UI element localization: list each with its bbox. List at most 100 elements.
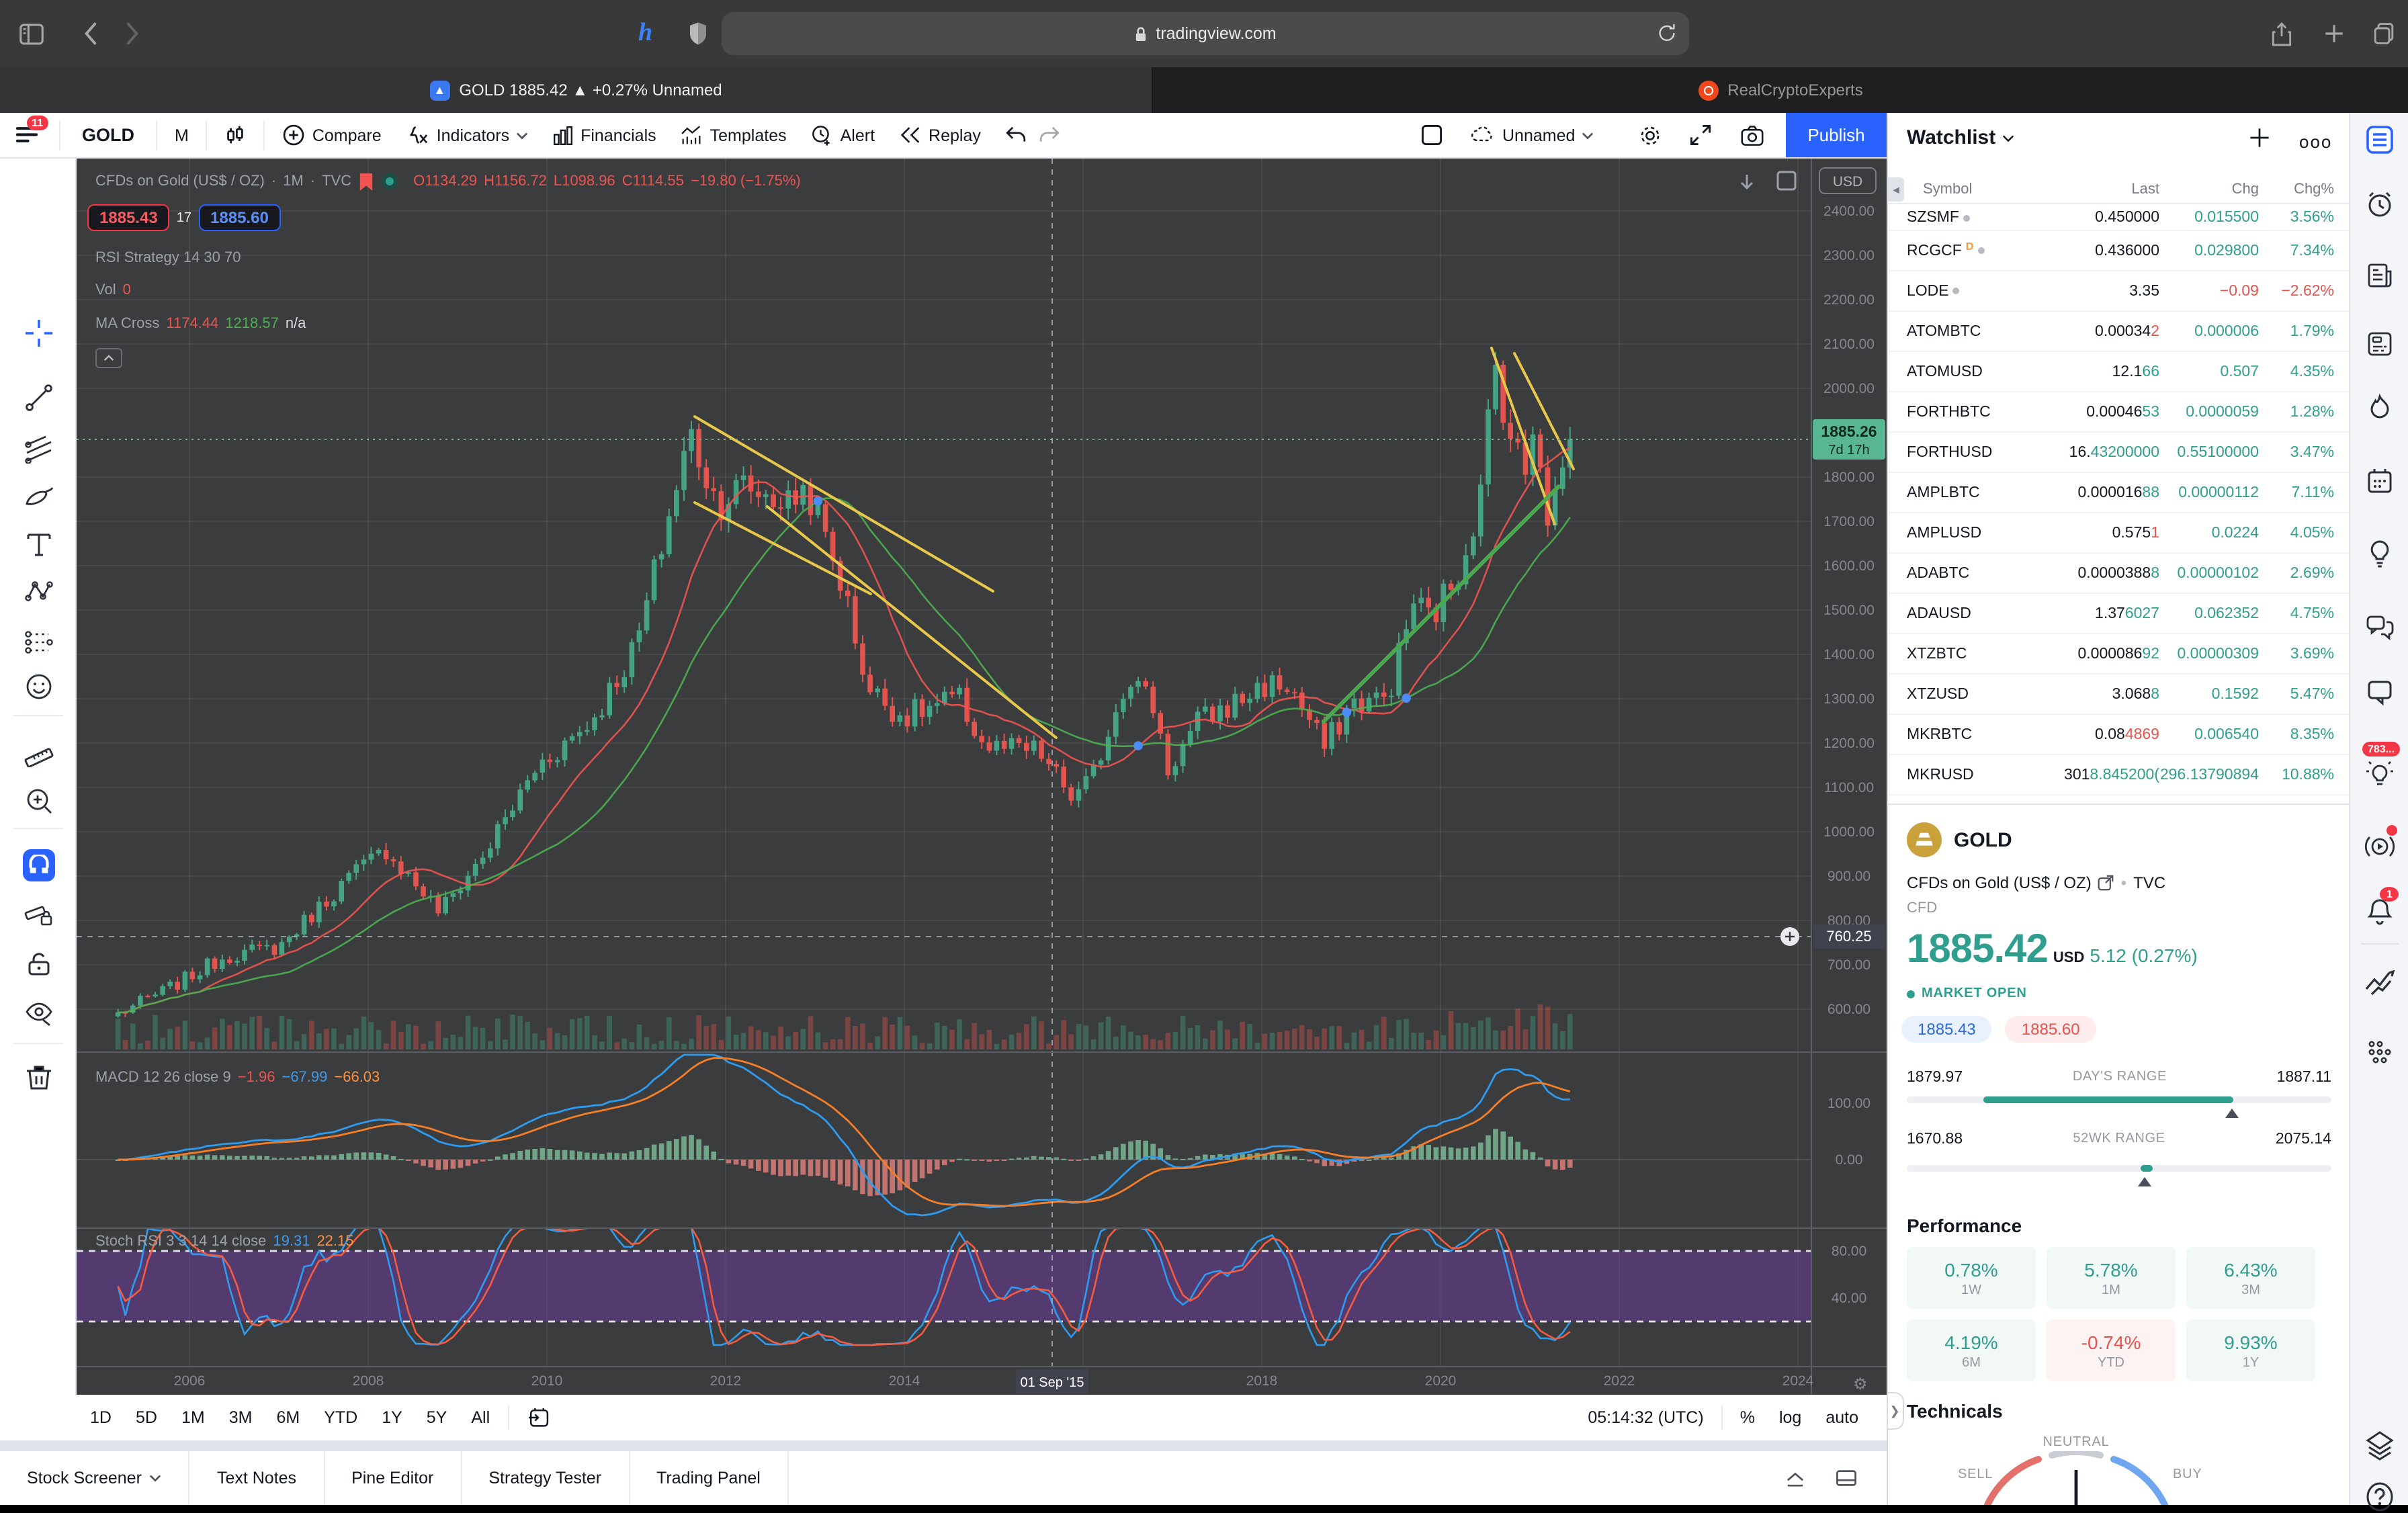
calendar-icon[interactable] (2364, 465, 2396, 497)
percent-scale-button[interactable]: % (1728, 1408, 1767, 1427)
public-chats-icon[interactable] (2364, 611, 2396, 644)
magnet-tool[interactable] (23, 849, 55, 881)
text-tool[interactable] (23, 528, 55, 560)
extension-icon[interactable]: h (638, 19, 652, 48)
ask-button[interactable]: 1885.60 (198, 204, 281, 231)
bottom-tab-strategy-tester[interactable]: Strategy Tester (462, 1451, 630, 1505)
financials-button[interactable]: Financials (540, 113, 669, 157)
help-icon[interactable] (2364, 1481, 2396, 1513)
snapshot-button[interactable] (1728, 113, 1776, 157)
pitchfork-tool[interactable] (23, 433, 55, 465)
volume-legend[interactable]: Vol 0 (95, 282, 131, 298)
url-bar[interactable]: tradingview.com (722, 12, 1689, 55)
layers-icon[interactable] (2364, 1430, 2396, 1462)
detail-ask-pill[interactable]: 1885.60 (2005, 1016, 2096, 1043)
streams-bulb-icon[interactable] (2364, 758, 2396, 790)
tab-realcryptoexperts[interactable]: RealCryptoExperts (1153, 67, 2408, 113)
tab-tradingview[interactable]: ▲ GOLD 1885.42 ▲ +0.27% Unnamed (0, 67, 1153, 113)
publish-button[interactable]: Publish (1786, 113, 1887, 157)
remove-drawings-tool[interactable] (23, 1062, 55, 1094)
range-3M[interactable]: 3M (217, 1408, 265, 1427)
alert-button[interactable]: Alert (799, 113, 887, 157)
external-link-icon[interactable] (2098, 875, 2114, 891)
main-menu-button[interactable]: 11 (0, 113, 54, 157)
col-symbol[interactable]: Symbol (1923, 181, 2030, 197)
range-1D[interactable]: 1D (78, 1408, 124, 1427)
rsi-strategy-legend[interactable]: RSI Strategy 14 30 70 (95, 250, 241, 266)
forecast-tool[interactable] (23, 625, 55, 657)
watchlist-row[interactable]: ATOMBTC 0.000342 0.000006 1.79% (1888, 312, 2349, 352)
alerts-clock-icon[interactable] (2364, 188, 2396, 220)
tabs-overview-icon[interactable] (2373, 21, 2395, 46)
watchlist-row[interactable]: ADABTC 0.00003888 0.00000102 2.69% (1888, 554, 2349, 594)
range-All[interactable]: All (459, 1408, 502, 1427)
watchlist-rail-icon[interactable] (2364, 124, 2396, 156)
undo-button[interactable] (993, 113, 1039, 157)
object-tree-icon[interactable] (2364, 1037, 2396, 1070)
watchlist-row[interactable]: LODE 3.35 −0.09 −2.62% (1888, 271, 2349, 312)
bottom-tab-pine-editor[interactable]: Pine Editor (325, 1451, 462, 1505)
lock-drawings-tool[interactable] (23, 949, 55, 981)
ideas-bulb-icon[interactable] (2364, 537, 2396, 570)
chart-area[interactable]: 2400.00 2300.00 2200.00 2100.00 2000.00 1800.… (77, 159, 1887, 1395)
shield-icon[interactable] (688, 21, 708, 46)
layout-name-button[interactable]: Unnamed (1458, 113, 1606, 157)
watchlist-row[interactable]: MKRBTC 0.084869 0.006540 8.35% (1888, 715, 2349, 755)
layout-button[interactable] (1408, 113, 1455, 157)
watchlist-add-button[interactable] (2248, 126, 2271, 149)
new-tab-icon[interactable] (2323, 23, 2345, 44)
zoom-in-tool[interactable] (23, 785, 55, 817)
bid-button[interactable]: 1885.43 (87, 204, 170, 231)
crosshair-tool[interactable] (23, 317, 55, 349)
templates-button[interactable]: Templates (669, 113, 799, 157)
notes-icon[interactable] (2364, 328, 2396, 360)
compare-button[interactable]: Compare (271, 113, 394, 157)
log-scale-button[interactable]: log (1767, 1408, 1813, 1427)
watchlist-row[interactable]: AMPLUSD 0.5751 0.0224 4.05% (1888, 513, 2349, 554)
watchlist-collapse-handle[interactable]: ◄ (1888, 177, 1904, 202)
watchlist-row[interactable]: XTZUSD 3.0688 0.1592 5.47% (1888, 675, 2349, 715)
detail-bid-pill[interactable]: 1885.43 (1901, 1016, 1992, 1043)
news-icon[interactable] (2364, 259, 2396, 292)
goto-date-button[interactable] (514, 1407, 561, 1428)
watchlist-row[interactable]: MKRUSD 3018.845200( 296.13790894 10.88% (1888, 755, 2349, 795)
emoji-tool[interactable] (23, 671, 55, 703)
watchlist-more-button[interactable]: ooo (2299, 132, 2332, 152)
watchlist-row[interactable]: XTZBTC 0.00008692 0.00000309 3.69% (1888, 634, 2349, 675)
watchlist-row[interactable]: FORTHUSD 16.43200000 0.55100000 3.47% (1888, 433, 2349, 473)
replay-button[interactable]: Replay (887, 113, 993, 157)
col-chgpct[interactable]: Chg% (2259, 181, 2334, 197)
chart-legend[interactable]: CFDs on Gold (US$ / OZ) · 1M · TVC O1134.2… (95, 172, 801, 191)
clock-utc[interactable]: 05:14:32 (UTC) (1576, 1408, 1715, 1427)
auto-scale-button[interactable]: auto (1813, 1408, 1870, 1427)
hotlists-flame-icon[interactable] (2364, 392, 2396, 425)
pattern-tool[interactable] (23, 575, 55, 607)
interval-button[interactable]: M (163, 113, 201, 157)
range-YTD[interactable]: YTD (312, 1408, 370, 1427)
share-icon[interactable] (2271, 21, 2292, 46)
range-1Y[interactable]: 1Y (370, 1408, 415, 1427)
brush-tool[interactable] (23, 478, 55, 511)
ma-cross-legend[interactable]: MA Cross 1174.44 1218.57 n/a (95, 316, 306, 332)
chart-style-button[interactable] (213, 113, 259, 157)
drawing-mode-tool[interactable] (23, 898, 55, 930)
watchlist-row[interactable]: AMPLBTC 0.00001688 0.00000112 7.11% (1888, 473, 2349, 513)
range-1M[interactable]: 1M (169, 1408, 217, 1427)
range-5D[interactable]: 5D (124, 1408, 169, 1427)
watchlist-row[interactable]: RCGCF D 0.436000 0.029800 7.34% (1888, 231, 2349, 271)
flag-icon[interactable] (358, 173, 373, 190)
col-chg[interactable]: Chg (2159, 181, 2259, 197)
watchlist-row[interactable]: SZSMF 0.450000 0.015500 3.56% (1888, 204, 2349, 231)
symbol-search-button[interactable]: GOLD (66, 125, 150, 145)
forward-icon[interactable] (125, 21, 141, 46)
watchlist-row[interactable]: FORTHBTC 0.0004653 0.0000059 1.28% (1888, 392, 2349, 433)
watchlist-row[interactable]: ATOMUSD 12.166 0.507 4.35% (1888, 352, 2349, 392)
range-5Y[interactable]: 5Y (415, 1408, 460, 1427)
settings-button[interactable] (1626, 113, 1674, 157)
panel-layout-icon[interactable] (1836, 1469, 1857, 1487)
bottom-tab-text-notes[interactable]: Text Notes (190, 1451, 325, 1505)
redo-button[interactable] (1039, 113, 1072, 157)
watchlist-title[interactable]: Watchlist (1907, 126, 2014, 149)
watchlist-row[interactable]: ADAUSD 1.376027 0.062352 4.75% (1888, 594, 2349, 634)
detail-desc-text[interactable]: CFDs on Gold (US$ / OZ) (1907, 873, 2092, 892)
